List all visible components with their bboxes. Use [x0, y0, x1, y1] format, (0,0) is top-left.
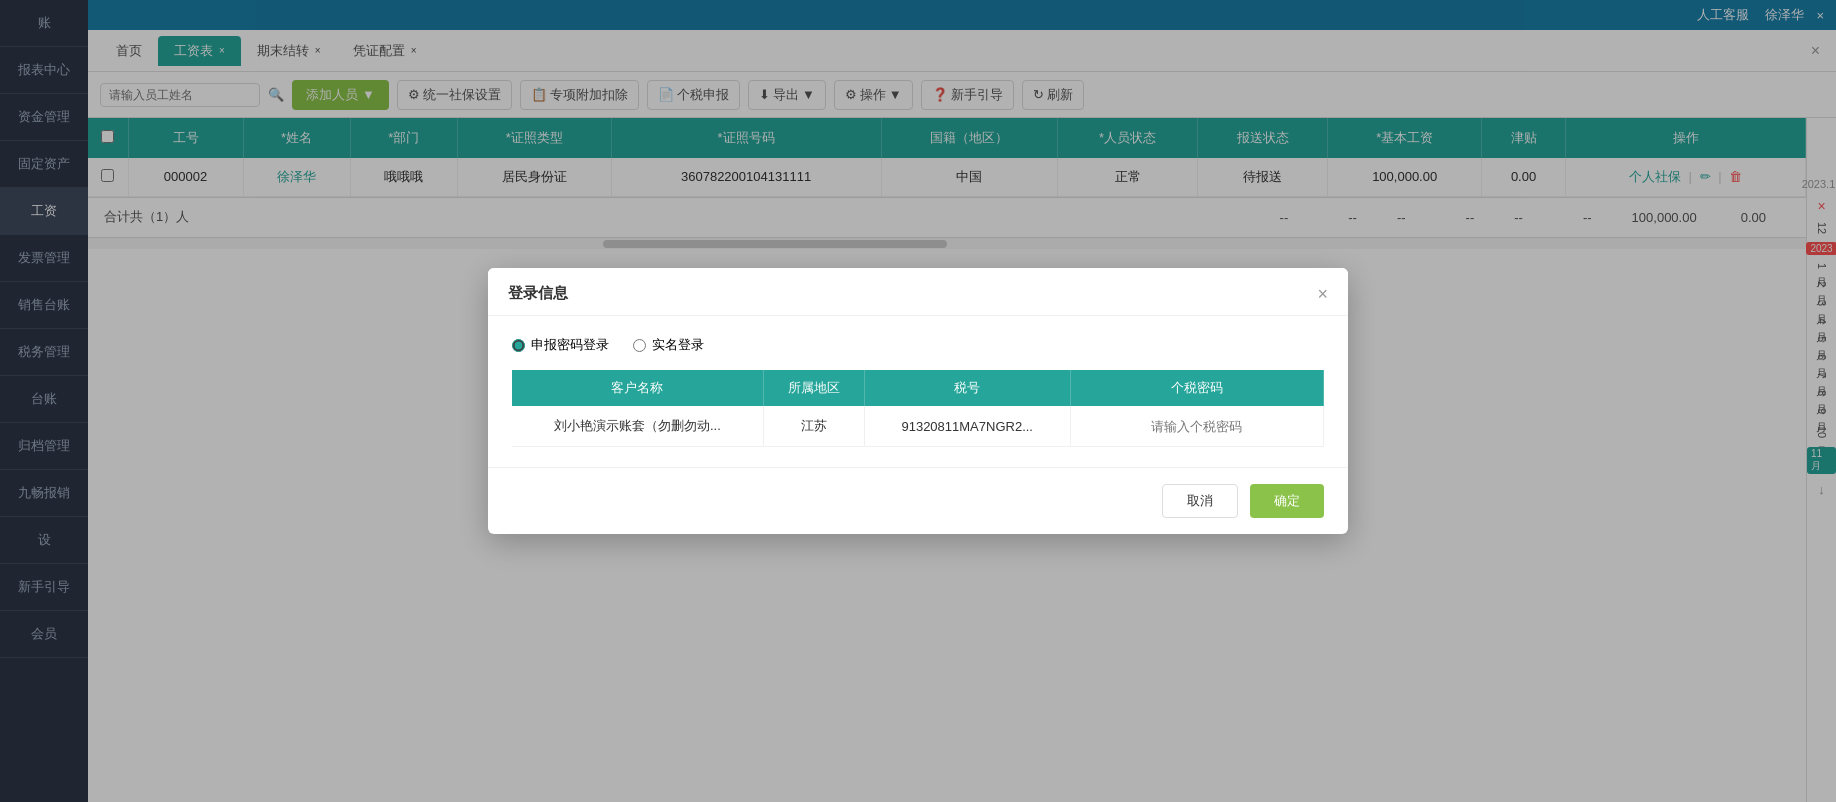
radio-realname-login[interactable]: 实名登录	[633, 336, 704, 354]
login-info-table: 客户名称 所属地区 税号 个税密码 刘小艳演示账套（勿删勿动... 江苏 913…	[512, 370, 1324, 447]
dth-password: 个税密码	[1070, 370, 1324, 406]
dth-tax-no: 税号	[864, 370, 1070, 406]
dialog-table-row: 刘小艳演示账套（勿删勿动... 江苏 91320811MA7NGR2...	[512, 406, 1324, 446]
dtd-name: 刘小艳演示账套（勿删勿动...	[512, 406, 763, 446]
confirm-button[interactable]: 确定	[1250, 484, 1324, 518]
tax-password-input[interactable]	[1083, 419, 1312, 434]
dialog-footer: 取消 确定	[488, 467, 1348, 534]
dialog-close-button[interactable]: ×	[1317, 285, 1328, 303]
dialog-header: 登录信息 ×	[488, 268, 1348, 316]
dialog-title: 登录信息	[508, 284, 568, 303]
cancel-button[interactable]: 取消	[1162, 484, 1238, 518]
dtd-region: 江苏	[763, 406, 864, 446]
radio-password-login[interactable]: 申报密码登录	[512, 336, 609, 354]
dialog-overlay: 登录信息 × 申报密码登录 实名登录 客户名称 所属地区	[0, 0, 1836, 802]
dtd-tax-no: 91320811MA7NGR2...	[864, 406, 1070, 446]
dialog-body: 申报密码登录 实名登录 客户名称 所属地区 税号 个税密码	[488, 316, 1348, 467]
login-type-radio-group: 申报密码登录 实名登录	[512, 336, 1324, 354]
dth-name: 客户名称	[512, 370, 763, 406]
login-dialog: 登录信息 × 申报密码登录 实名登录 客户名称 所属地区	[488, 268, 1348, 534]
dtd-password[interactable]	[1070, 406, 1324, 446]
dth-region: 所属地区	[763, 370, 864, 406]
